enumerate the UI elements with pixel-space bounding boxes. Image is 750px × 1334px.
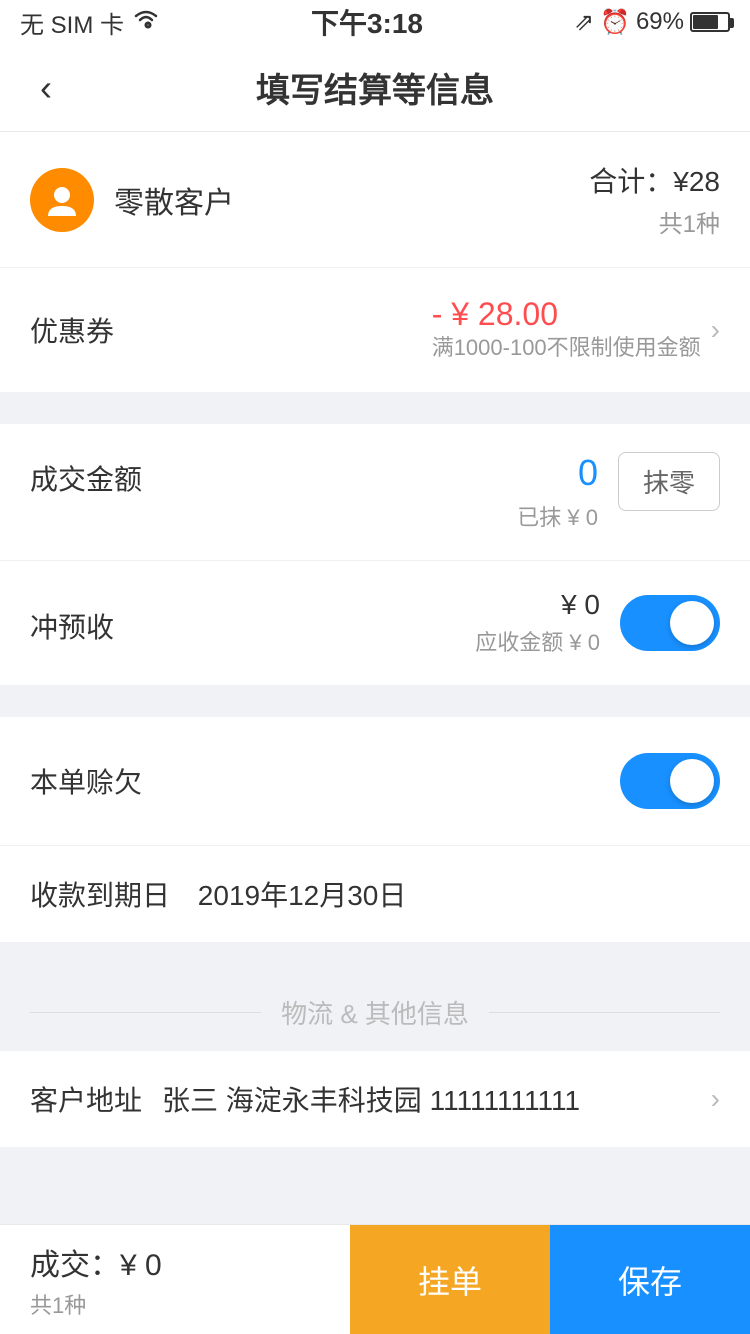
credit-label: 本单赊欠 [30,761,142,801]
customer-name: 零散客户 [114,178,234,222]
location-icon: ⇗ [574,8,594,37]
amount-value-wrap: 0 已抹 ¥ 0 [517,452,598,532]
credit-row: 本单赊欠 [0,717,750,845]
prereceive-row: 冲预收 ¥ 0 应收金额 ¥ 0 [0,561,750,685]
chevron-right-icon: › [711,314,720,346]
status-time: 下午3:18 [311,2,423,42]
section-divider-3 [0,958,750,974]
section-divider-2 [0,701,750,717]
address-row[interactable]: 客户地址 张三 海淀永丰科技园 11111111111 › [0,1051,750,1147]
bottom-spacer [0,1163,750,1203]
due-date-label: 收款到期日 [30,880,170,911]
customer-section: 零散客户 合计：¥28 共1种 优惠券 - ¥ 28.00 满1000-100不… [0,132,750,392]
due-date-row: 收款到期日 2019年12月30日 [0,845,750,942]
total-price: 合计：¥28 [589,160,720,200]
logistics-header-inner: 物流 & 其他信息 [261,994,489,1031]
content-area: 零散客户 合计：¥28 共1种 优惠券 - ¥ 28.00 满1000-100不… [0,132,750,1323]
nav-bar: ‹ 填写结算等信息 [0,44,750,132]
logistics-header: 物流 & 其他信息 [0,974,750,1051]
amount-row: 成交金额 0 已抹 ¥ 0 抹零 [0,424,750,561]
round-zero-button[interactable]: 抹零 [618,452,720,511]
credit-toggle-knob [670,759,714,803]
battery-percent: 69% [636,8,684,36]
coupon-description: 满1000-100不限制使用金额 [432,333,701,364]
bottom-bar: 成交：¥ 0 共1种 挂单 保存 [0,1224,750,1334]
bottom-summary: 成交：¥ 0 共1种 [0,1240,350,1320]
prereceive-value-wrap: ¥ 0 应收金额 ¥ 0 [475,589,600,657]
coupon-discount: - ¥ 28.00 [432,296,701,333]
amount-right: 0 已抹 ¥ 0 抹零 [517,452,720,532]
status-bar: 无 SIM 卡 下午3:18 ⇗ ⏰ 69% [0,0,750,44]
status-left: 无 SIM 卡 [20,5,160,40]
pending-button[interactable]: 挂单 [350,1225,550,1334]
prereceive-label: 冲预收 [30,600,114,646]
alarm-icon: ⏰ [600,8,630,37]
logistics-section: 物流 & 其他信息 客户地址 张三 海淀永丰科技园 11111111111 › [0,974,750,1147]
logistics-label: 物流 & 其他信息 [281,999,469,1029]
bottom-count: 共1种 [30,1288,320,1320]
address-chevron-icon: › [711,1083,720,1115]
bottom-deal-value: ¥ 0 [120,1249,162,1282]
credit-toggle[interactable] [620,753,720,809]
wifi-icon [132,8,160,36]
coupon-right: - ¥ 28.00 满1000-100不限制使用金额 › [432,296,720,364]
amount-section: 成交金额 0 已抹 ¥ 0 抹零 冲预收 ¥ 0 应收金额 ¥ 0 [0,424,750,685]
customer-info: 零散客户 [30,168,234,232]
total-count: 共1种 [589,204,720,239]
toggle-knob [670,601,714,645]
credit-section: 本单赊欠 收款到期日 2019年12月30日 [0,717,750,942]
customer-row: 零散客户 合计：¥28 共1种 [0,132,750,267]
address-value: 张三 海淀永丰科技园 11111111111 [162,1079,711,1119]
section-divider-1 [0,408,750,424]
coupon-label: 优惠券 [30,310,114,350]
due-date-value: 2019年12月30日 [198,880,407,911]
prereceive-toggle[interactable] [620,595,720,651]
amount-label: 成交金额 [30,452,142,498]
page-title: 填写结算等信息 [256,63,494,112]
address-label: 客户地址 [30,1079,142,1119]
bottom-deal-row: 成交：¥ 0 [30,1240,320,1284]
prereceive-right: ¥ 0 应收金额 ¥ 0 [475,589,720,657]
coupon-row[interactable]: 优惠券 - ¥ 28.00 满1000-100不限制使用金额 › [0,267,750,392]
battery-icon [690,12,730,32]
save-button[interactable]: 保存 [550,1225,750,1334]
no-sim-label: 无 SIM 卡 [20,5,124,40]
back-button[interactable]: ‹ [30,57,62,119]
amount-number: 0 [517,452,598,494]
amount-sub: 已抹 ¥ 0 [517,500,598,532]
customer-avatar [30,168,94,232]
prereceive-sub-value: 应收金额 ¥ 0 [475,625,600,657]
prereceive-main-value: ¥ 0 [475,589,600,621]
customer-total: 合计：¥28 共1种 [589,160,720,239]
bottom-deal-label: 成交： [30,1249,120,1282]
status-right: ⇗ ⏰ 69% [574,8,730,37]
